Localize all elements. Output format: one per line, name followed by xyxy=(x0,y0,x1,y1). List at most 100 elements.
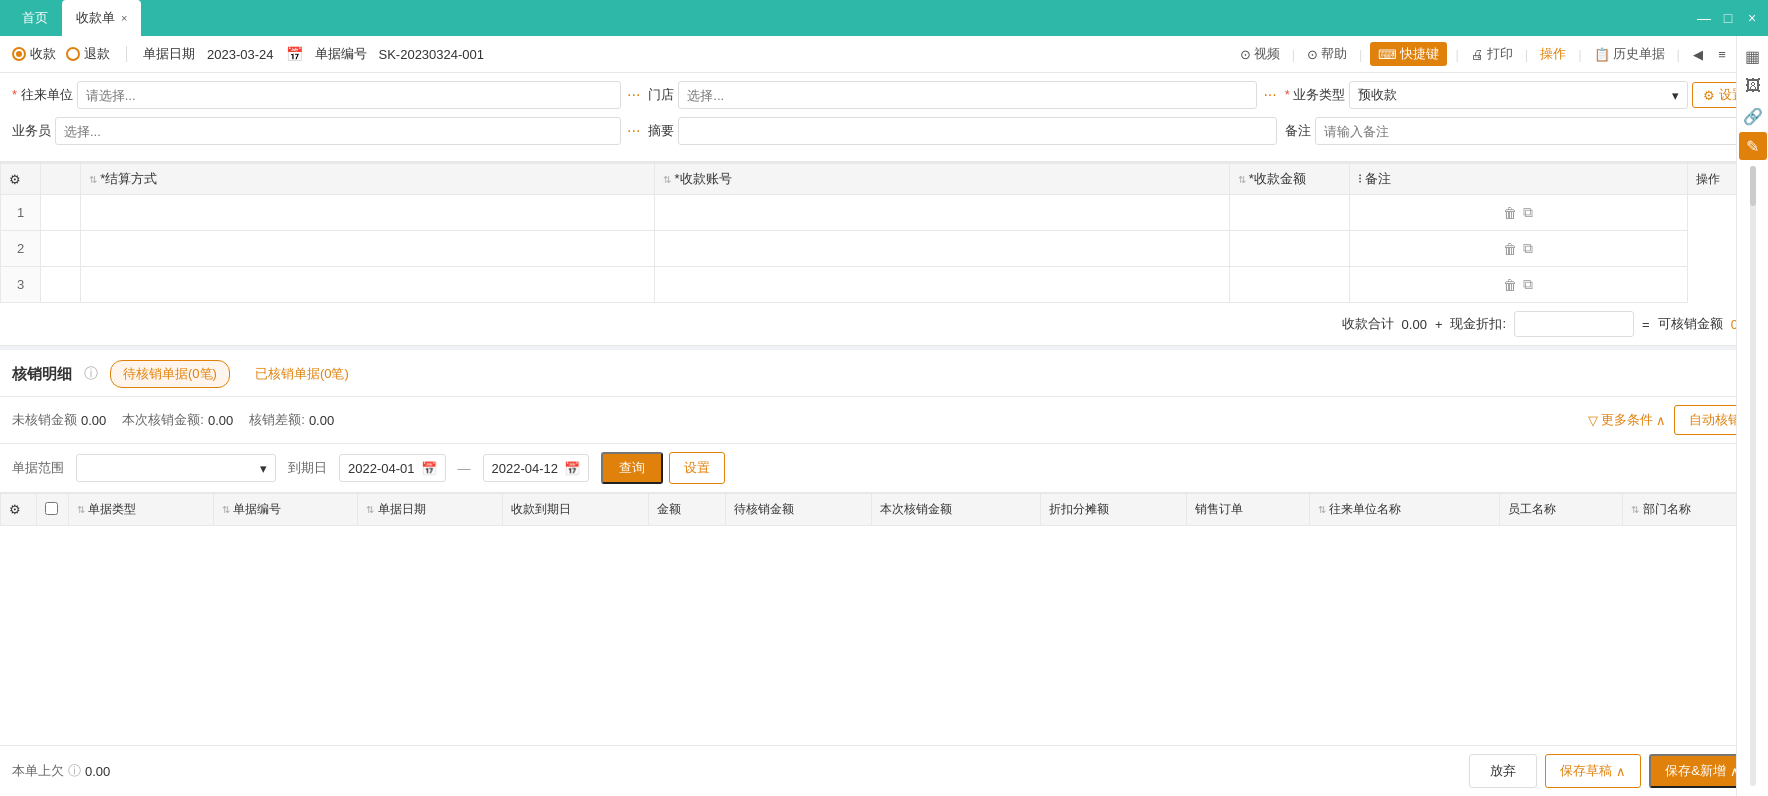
video-label: 视频 xyxy=(1254,45,1280,63)
close-button[interactable]: × xyxy=(1744,10,1760,26)
prev-layout-icon[interactable]: ◀ xyxy=(1688,44,1708,64)
info-icon[interactable]: ⓘ xyxy=(84,365,98,383)
number-label: 单据编号 xyxy=(315,45,367,63)
total-label: 收款合计 xyxy=(1342,315,1394,333)
query-button[interactable]: 查询 xyxy=(601,452,663,484)
row-1-copy-icon[interactable]: ⧉ xyxy=(1523,204,1533,221)
row-2-remark[interactable] xyxy=(1229,231,1349,267)
th-account: ⇅ *收款账号 xyxy=(655,164,1229,195)
vth-checkbox[interactable] xyxy=(37,494,69,526)
row-1-remark[interactable] xyxy=(1229,195,1349,231)
summary-field-group: 摘要 xyxy=(648,117,1276,145)
save-draft-button[interactable]: 保存草稿 ∧ xyxy=(1545,754,1641,788)
sidebar-scrollbar[interactable] xyxy=(1750,166,1756,786)
operation-button[interactable]: 操作 xyxy=(1536,43,1570,65)
row-3-account[interactable] xyxy=(81,267,655,303)
vth-pending: 待核销金额 xyxy=(726,494,872,526)
date-label: 单据日期 xyxy=(143,45,195,63)
row-2-amount[interactable] xyxy=(655,231,1229,267)
help-button[interactable]: ⊙ 帮助 xyxy=(1303,43,1351,65)
tab-pending[interactable]: 待核销单据(0笔) xyxy=(110,360,230,388)
tab-home[interactable]: 首页 xyxy=(8,0,62,36)
tab-receipt[interactable]: 收款单 × xyxy=(62,0,141,36)
tab-close-icon[interactable]: × xyxy=(121,12,127,24)
sidebar-image-icon[interactable]: 🖼 xyxy=(1739,72,1767,100)
row-3-num: 3 xyxy=(1,267,41,303)
summary-row: 收款合计 0.00 + 现金折扣: = 可核销金额 0.00 xyxy=(0,303,1768,346)
radio-group: 收款 退款 xyxy=(12,45,110,63)
staff-more-icon[interactable]: ··· xyxy=(627,122,640,140)
radio-receipt[interactable]: 收款 xyxy=(12,45,56,63)
print-button[interactable]: 🖨 打印 xyxy=(1467,43,1517,65)
tab-verified[interactable]: 已核销单据(0笔) xyxy=(242,360,362,388)
staff-label: 业务员 xyxy=(12,122,51,140)
video-button[interactable]: ⊙ 视频 xyxy=(1236,43,1284,65)
row-2-account[interactable] xyxy=(81,231,655,267)
form-row-1: 往来单位 ··· 门店 ··· 业务类型 预收款 ▾ ⚙ 设置 xyxy=(12,81,1756,109)
history-button[interactable]: 📋 历史单据 xyxy=(1590,43,1669,65)
partner-more-icon[interactable]: ··· xyxy=(627,86,640,104)
row-3-delete-icon[interactable]: 🗑 xyxy=(1503,277,1517,293)
chevron-up-icon: ∧ xyxy=(1616,764,1626,779)
total-value: 0.00 xyxy=(1402,317,1427,332)
diff-stat: 核销差额: 0.00 xyxy=(249,411,334,429)
row-1-account[interactable] xyxy=(81,195,655,231)
maximize-button[interactable]: □ xyxy=(1720,10,1736,26)
verification-section: 核销明细 ⓘ 待核销单据(0笔) 已核销单据(0笔) 未核销金额 0.00 本次… xyxy=(0,346,1768,745)
row-3-amount[interactable] xyxy=(655,267,1229,303)
sidebar-edit-icon[interactable]: ✎ xyxy=(1739,132,1767,160)
sort-icon: ⇅ xyxy=(89,174,97,185)
row-1-settle[interactable] xyxy=(41,195,81,231)
shortcut-button[interactable]: ⌨ 快捷键 xyxy=(1370,42,1447,66)
store-input[interactable] xyxy=(678,81,1257,109)
bottom-buttons: 放弃 保存草稿 ∧ 保存&新增 ∧ xyxy=(1469,754,1756,788)
th-gear[interactable]: ⚙ xyxy=(1,164,41,195)
tab-pending-label: 待核销单据(0笔) xyxy=(123,366,217,381)
row-3-settle[interactable] xyxy=(41,267,81,303)
more-conditions-button[interactable]: ▽ 更多条件 ∧ xyxy=(1588,411,1666,429)
operation-label: 操作 xyxy=(1540,45,1566,63)
list-layout-icon[interactable]: ≡ xyxy=(1712,44,1732,64)
summary-input[interactable] xyxy=(678,117,1276,145)
vth-gear[interactable]: ⚙ xyxy=(1,494,37,526)
sidebar-table-icon[interactable]: ▦ xyxy=(1739,42,1767,70)
remark-input[interactable] xyxy=(1315,117,1756,145)
store-more-icon[interactable]: ··· xyxy=(1263,86,1276,104)
th-num xyxy=(41,164,81,195)
discard-button[interactable]: 放弃 xyxy=(1469,754,1537,788)
store-field-group: 门店 ··· xyxy=(648,81,1276,109)
select-all-checkbox[interactable] xyxy=(45,502,58,515)
due-date-label: 到期日 xyxy=(288,459,327,477)
date-to-field[interactable]: 2022-04-12 📅 xyxy=(483,454,590,482)
filter-settings-button[interactable]: 设置 xyxy=(669,452,725,484)
diff-label: 核销差额: xyxy=(249,411,305,429)
verifiable-label: 可核销金额 xyxy=(1658,315,1723,333)
row-1-amount[interactable] xyxy=(655,195,1229,231)
table-row: 2 🗑 ⧉ xyxy=(1,231,1768,267)
radio-refund[interactable]: 退款 xyxy=(66,45,110,63)
stat-right: ▽ 更多条件 ∧ 自动核销 xyxy=(1588,405,1756,435)
minimize-button[interactable]: — xyxy=(1696,10,1712,26)
help-icon: ⊙ xyxy=(1307,47,1318,62)
row-2-delete-icon[interactable]: 🗑 xyxy=(1503,241,1517,257)
partner-input[interactable] xyxy=(77,81,621,109)
row-3-remark[interactable] xyxy=(1229,267,1349,303)
sidebar-link-icon[interactable]: 🔗 xyxy=(1739,102,1767,130)
divider-1 xyxy=(126,46,127,62)
row-3-copy-icon[interactable]: ⧉ xyxy=(1523,276,1533,293)
filter-row: 单据范围 ▾ 到期日 2022-04-01 📅 — 2022-04-12 📅 查… xyxy=(0,444,1768,493)
row-2-copy-icon[interactable]: ⧉ xyxy=(1523,240,1533,257)
row-2-settle[interactable] xyxy=(41,231,81,267)
radio-refund-label: 退款 xyxy=(84,45,110,63)
discount-label: 现金折扣: xyxy=(1450,315,1506,333)
tab-receipt-label: 收款单 xyxy=(76,9,115,27)
tab-home-label: 首页 xyxy=(22,9,48,27)
vth-date: ⇅ 单据日期 xyxy=(358,494,503,526)
row-1-delete-icon[interactable]: 🗑 xyxy=(1503,205,1517,221)
calendar-icon[interactable]: 📅 xyxy=(286,46,303,62)
staff-input[interactable] xyxy=(55,117,621,145)
date-from-field[interactable]: 2022-04-01 📅 xyxy=(339,454,446,482)
discount-input[interactable] xyxy=(1514,311,1634,337)
business-type-dropdown[interactable]: 预收款 ▾ xyxy=(1349,81,1688,109)
range-dropdown[interactable]: ▾ xyxy=(76,454,276,482)
